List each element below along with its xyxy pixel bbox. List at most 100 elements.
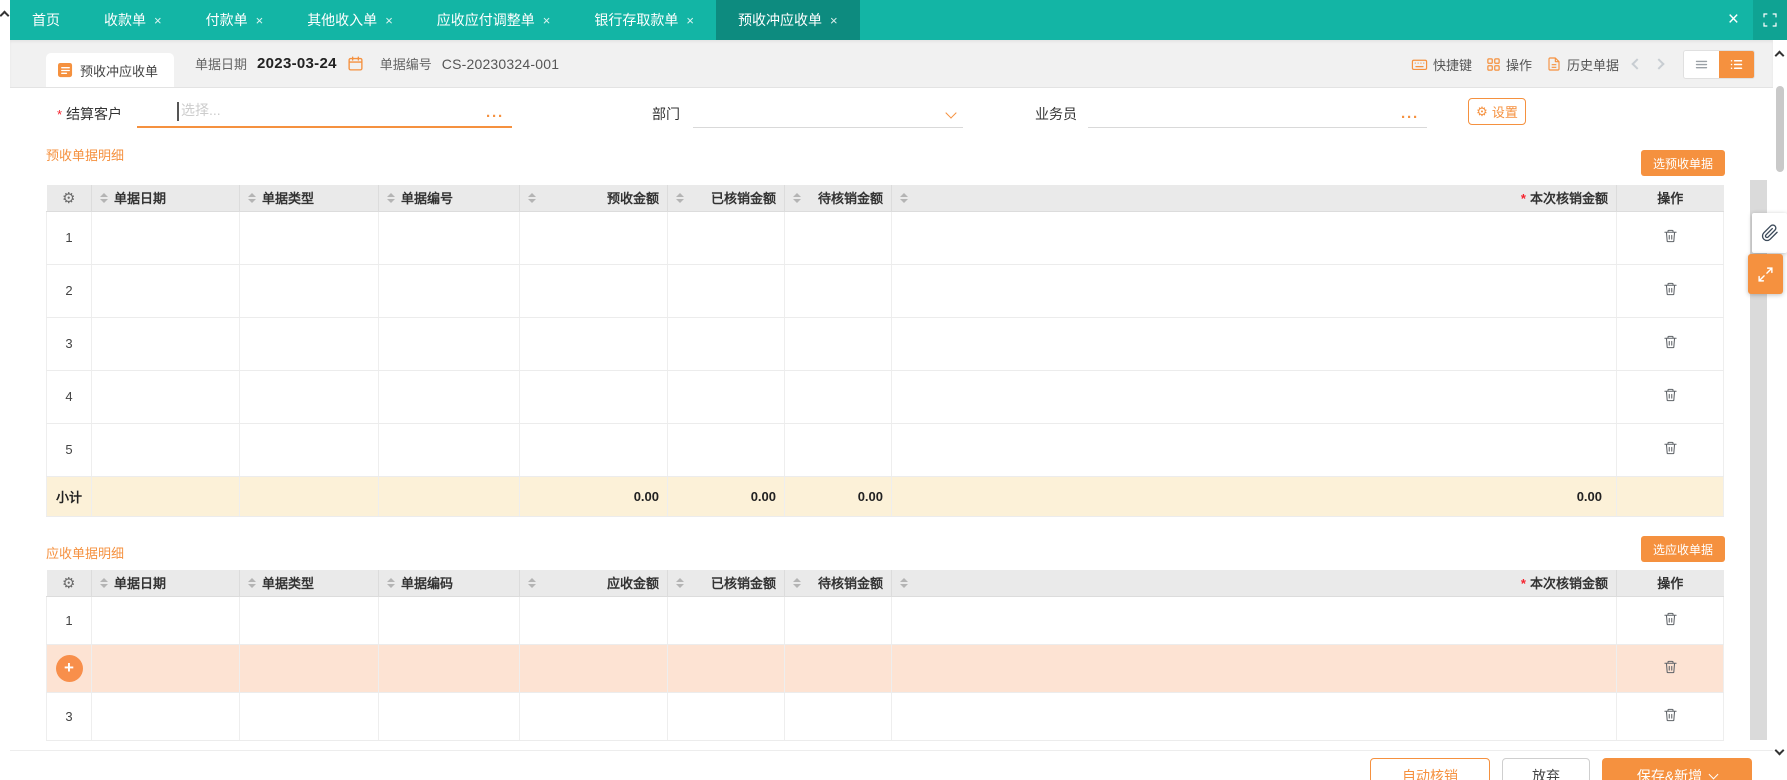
tab-home[interactable]: 首页 xyxy=(10,0,82,40)
sort-icon[interactable] xyxy=(387,577,395,588)
delete-row-button[interactable] xyxy=(1661,332,1680,355)
tab-ar-ap-adjust[interactable]: 应收应付调整单 × xyxy=(415,0,573,40)
sort-icon[interactable] xyxy=(387,192,395,203)
salesman-input[interactable] xyxy=(1088,94,1427,127)
sort-icon[interactable] xyxy=(248,192,256,203)
gear-icon: ⚙ xyxy=(1476,103,1488,119)
save-and-new-button[interactable]: 保存&新增 xyxy=(1602,758,1752,780)
col-doc-type: 单据类型 xyxy=(262,191,315,207)
row-number: 3 xyxy=(46,317,92,371)
form-content: *结算客户 ··· 部门 业务员 ··· ⚙ 设置 预收单据明细 选预收单据 xyxy=(10,88,1773,780)
tab-payment[interactable]: 付款单 × xyxy=(184,0,286,40)
delete-row-button[interactable] xyxy=(1661,609,1680,632)
column-settings-gear-icon[interactable]: ⚙ xyxy=(62,190,75,207)
cancel-button[interactable]: 放弃 xyxy=(1502,758,1590,780)
tab-bank-deposit[interactable]: 银行存取款单 × xyxy=(572,0,716,40)
sort-icon[interactable] xyxy=(900,577,908,588)
calendar-icon[interactable] xyxy=(347,55,364,72)
subtotal-row: 小计 0.00 0.00 0.00 0.00 xyxy=(46,476,1724,517)
delete-row-button[interactable] xyxy=(1661,657,1680,680)
receivable-header-row: ⚙ 单据日期 单据类型 单据编码 应收金额 已核销金额 待核销金额 * 本次核销金… xyxy=(46,570,1724,597)
sort-icon[interactable] xyxy=(793,192,801,203)
history-docs-button[interactable]: 历史单据 xyxy=(1546,55,1619,74)
top-tab-bar: 首页 收款单 × 付款单 × 其他收入单 × 应收应付调整单 × 银行存取款单 … xyxy=(10,0,1787,40)
shortcut-keys-button[interactable]: 快捷键 xyxy=(1411,55,1472,74)
customer-picker-ellipsis-icon[interactable]: ··· xyxy=(486,109,504,124)
doc-type-tab[interactable]: 预收冲应收单 xyxy=(46,53,175,87)
sort-icon[interactable] xyxy=(793,577,801,588)
tab-close-icon[interactable]: × xyxy=(256,14,264,27)
number-label: 单据编号 xyxy=(379,57,432,72)
add-row-button[interactable]: + xyxy=(55,654,83,682)
table-row[interactable]: 5 xyxy=(46,423,1724,477)
table-row[interactable]: 1 xyxy=(46,211,1724,265)
col-settled-amount: 已核销金额 xyxy=(710,576,776,592)
tab-receipt[interactable]: 收款单 × xyxy=(82,0,184,40)
tab-close-icon[interactable]: × xyxy=(830,14,838,27)
table-row[interactable]: 2 xyxy=(46,264,1724,318)
sort-icon[interactable] xyxy=(528,577,536,588)
delete-row-button[interactable] xyxy=(1661,279,1680,302)
next-doc-icon[interactable] xyxy=(1653,58,1665,70)
scrollbar-thumb[interactable] xyxy=(1776,86,1784,172)
lines-icon xyxy=(1695,60,1708,68)
prev-doc-icon[interactable] xyxy=(1631,58,1643,70)
sort-icon[interactable] xyxy=(100,577,108,588)
sort-icon[interactable] xyxy=(248,577,256,588)
fullscreen-button[interactable] xyxy=(1753,0,1787,40)
col-doc-type: 单据类型 xyxy=(262,576,315,592)
sort-icon[interactable] xyxy=(676,577,684,588)
tab-close-icon[interactable]: × xyxy=(154,14,162,27)
tab-close-icon[interactable]: × xyxy=(385,14,393,27)
table-row[interactable]: 3 xyxy=(46,692,1724,741)
table-row[interactable]: 1 xyxy=(46,596,1724,645)
delete-row-button[interactable] xyxy=(1661,438,1680,461)
auto-settle-button[interactable]: 自动核销 xyxy=(1370,758,1490,780)
left-scroll-rail xyxy=(0,0,10,780)
sort-icon[interactable] xyxy=(676,192,684,203)
table-row-selected[interactable]: + xyxy=(46,644,1724,693)
row-number: 1 xyxy=(46,211,92,265)
settings-button[interactable]: ⚙ 设置 xyxy=(1468,98,1526,125)
prepaid-section-title: 预收单据明细 xyxy=(46,148,125,163)
salesman-picker-ellipsis-icon[interactable]: ··· xyxy=(1401,110,1419,125)
select-prepaid-docs-button[interactable]: 选预收单据 xyxy=(1641,150,1725,176)
sort-icon[interactable] xyxy=(900,192,908,203)
tab-label: 预收冲应收单 xyxy=(737,12,822,28)
trash-icon xyxy=(1663,441,1677,455)
department-input[interactable] xyxy=(693,94,963,127)
list-view-button[interactable] xyxy=(1684,50,1719,78)
scroll-up-icon[interactable] xyxy=(1774,50,1785,61)
tab-close-icon[interactable]: × xyxy=(543,14,551,27)
history-doc-icon xyxy=(1548,57,1560,71)
delete-row-button[interactable] xyxy=(1661,385,1680,408)
tab-label: 付款单 xyxy=(205,12,248,28)
tab-close-icon[interactable]: × xyxy=(686,14,694,27)
attachment-button[interactable] xyxy=(1752,213,1787,253)
close-icon[interactable]: × xyxy=(1714,0,1753,40)
date-value[interactable]: 2023-03-24 xyxy=(257,55,337,72)
sort-icon[interactable] xyxy=(528,192,536,203)
actions-menu-button[interactable]: 操作 xyxy=(1486,55,1532,74)
delete-row-button[interactable] xyxy=(1661,226,1680,249)
fullscreen-icon xyxy=(1763,13,1777,27)
trash-icon xyxy=(1663,388,1677,402)
sort-icon[interactable] xyxy=(100,192,108,203)
select-receivable-docs-button[interactable]: 选应收单据 xyxy=(1641,536,1725,562)
receivable-table: ⚙ 单据日期 单据类型 单据编码 应收金额 已核销金额 待核销金额 * 本次核销金… xyxy=(46,570,1724,741)
subtotal-prepaid-amount: 0.00 xyxy=(519,476,668,517)
column-settings-gear-icon[interactable]: ⚙ xyxy=(62,575,75,592)
tab-other-income[interactable]: 其他收入单 × xyxy=(285,0,415,40)
delete-row-button[interactable] xyxy=(1661,705,1680,728)
table-row[interactable]: 3 xyxy=(46,317,1724,371)
customer-field-label: * 结算客户 xyxy=(57,106,123,122)
scroll-up-icon[interactable] xyxy=(0,10,10,21)
detail-view-button[interactable] xyxy=(1719,50,1754,78)
expand-button[interactable] xyxy=(1748,254,1783,294)
table-row[interactable]: 4 xyxy=(46,370,1724,424)
row-number: 3 xyxy=(46,692,92,741)
scroll-down-icon[interactable] xyxy=(1774,745,1785,756)
col-settled-amount: 已核销金额 xyxy=(710,191,776,207)
tab-prepaid-offset-active[interactable]: 预收冲应收单 × xyxy=(715,0,860,40)
customer-input[interactable] xyxy=(137,94,512,126)
